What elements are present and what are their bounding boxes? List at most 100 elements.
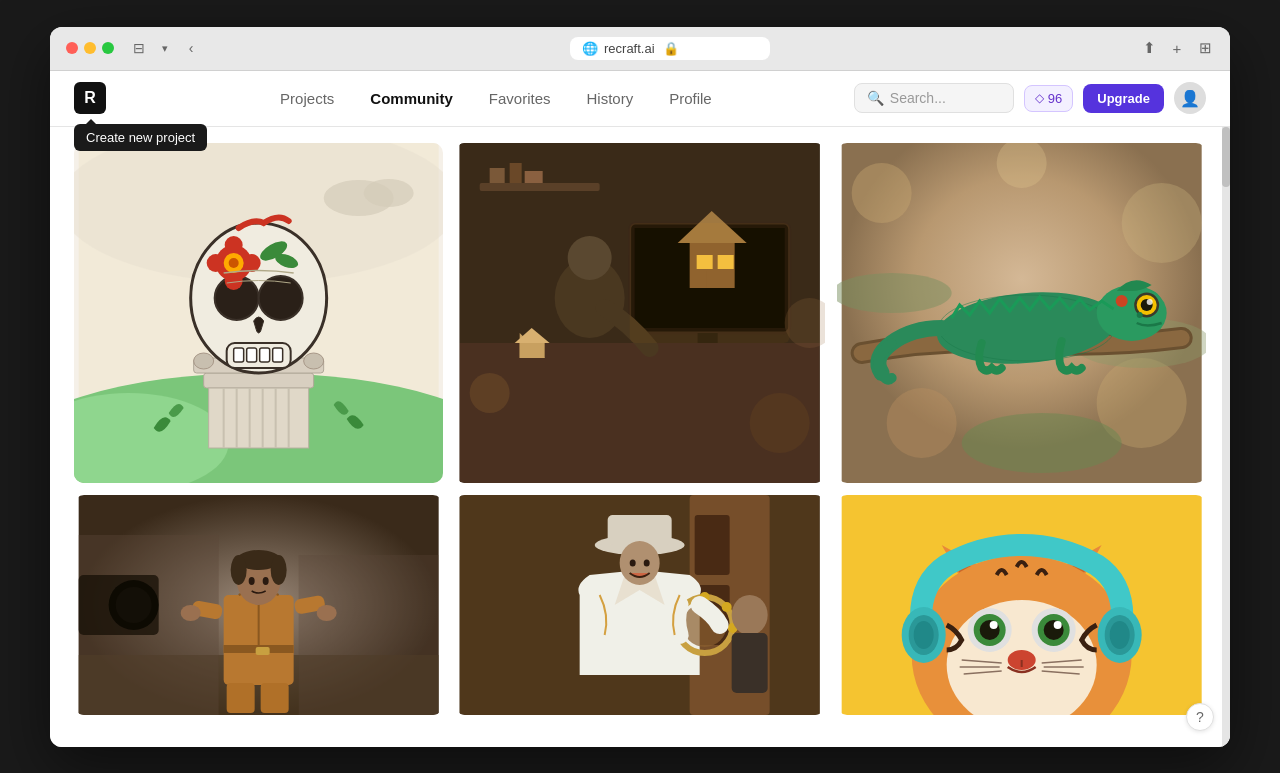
sidebar-toggle-icon[interactable]: ⊟ xyxy=(130,39,148,57)
scroll-bar[interactable] xyxy=(1222,127,1230,747)
gallery-item-5[interactable] xyxy=(455,495,824,715)
svg-point-146 xyxy=(913,621,933,649)
user-icon: 👤 xyxy=(1180,89,1200,108)
close-button[interactable] xyxy=(66,42,78,54)
svg-point-97 xyxy=(271,555,287,585)
title-bar-right: ⬆ + ⊞ xyxy=(1140,39,1214,57)
svg-rect-21 xyxy=(260,348,270,362)
scroll-thumb[interactable] xyxy=(1222,127,1230,187)
create-new-project-tooltip: Create new project xyxy=(74,124,207,151)
gallery-item-2[interactable] xyxy=(455,143,824,483)
svg-point-92 xyxy=(181,605,201,621)
nav-right: 🔍 Search... ◇ 96 Upgrade 👤 xyxy=(854,82,1206,114)
svg-point-98 xyxy=(249,577,255,585)
svg-point-108 xyxy=(620,541,660,585)
globe-icon: 🌐 xyxy=(582,41,598,56)
share-icon[interactable]: ⬆ xyxy=(1140,39,1158,57)
search-placeholder: Search... xyxy=(890,90,946,106)
logo-area: R Create new project xyxy=(74,82,106,114)
gallery-item-6[interactable] xyxy=(837,495,1206,715)
svg-point-29 xyxy=(243,254,261,272)
svg-rect-6 xyxy=(204,373,314,388)
svg-point-74 xyxy=(1146,299,1152,305)
svg-point-65 xyxy=(837,273,952,313)
svg-rect-119 xyxy=(732,633,768,693)
svg-point-118 xyxy=(732,595,768,635)
gallery-item-1[interactable] xyxy=(74,143,443,483)
main-content: ? xyxy=(50,127,1230,747)
nav-projects[interactable]: Projects xyxy=(264,82,350,115)
windows-icon[interactable]: ⊞ xyxy=(1196,39,1214,57)
svg-point-28 xyxy=(207,254,225,272)
url-text: recraft.ai xyxy=(604,41,655,56)
svg-rect-22 xyxy=(273,348,283,362)
nav-bar: R Create new project Projects Community … xyxy=(50,71,1230,127)
title-bar-controls: ⊟ ▾ ‹ xyxy=(130,39,200,57)
svg-rect-89 xyxy=(261,683,289,713)
gallery-item-3[interactable] xyxy=(837,143,1206,483)
svg-point-84 xyxy=(116,587,152,623)
svg-rect-38 xyxy=(510,163,522,183)
avatar-button[interactable]: 👤 xyxy=(1174,82,1206,114)
title-bar: ⊟ ▾ ‹ 🌐 recraft.ai 🔒 ⬆ + ⊞ xyxy=(50,27,1230,71)
svg-point-110 xyxy=(644,559,650,566)
svg-rect-87 xyxy=(256,647,270,655)
svg-point-134 xyxy=(1053,621,1061,629)
nav-community[interactable]: Community xyxy=(354,82,469,115)
svg-rect-20 xyxy=(247,348,257,362)
svg-point-76 xyxy=(1136,312,1142,318)
title-bar-center: 🌐 recraft.ai 🔒 xyxy=(212,37,1128,60)
svg-point-31 xyxy=(229,258,239,268)
svg-point-15 xyxy=(194,353,214,369)
gallery-item-4[interactable] xyxy=(74,495,443,715)
chevron-down-icon[interactable]: ▾ xyxy=(156,39,174,57)
nav-profile[interactable]: Profile xyxy=(653,82,728,115)
credits-count: 96 xyxy=(1048,91,1062,106)
svg-point-26 xyxy=(225,236,243,254)
maximize-button[interactable] xyxy=(102,42,114,54)
svg-point-96 xyxy=(231,555,247,585)
nav-history[interactable]: History xyxy=(570,82,649,115)
svg-point-133 xyxy=(989,621,997,629)
svg-point-99 xyxy=(263,577,269,585)
svg-rect-88 xyxy=(227,683,255,713)
gallery-grid xyxy=(74,143,1206,715)
new-tab-icon[interactable]: + xyxy=(1168,39,1186,57)
nav-favorites[interactable]: Favorites xyxy=(473,82,567,115)
search-bar[interactable]: 🔍 Search... xyxy=(854,83,1014,113)
app-logo[interactable]: R xyxy=(74,82,106,114)
diamond-icon: ◇ xyxy=(1035,91,1044,105)
svg-point-62 xyxy=(886,388,956,458)
traffic-lights xyxy=(66,42,114,54)
svg-rect-55 xyxy=(630,223,790,343)
svg-point-56 xyxy=(470,373,510,413)
url-bar[interactable]: 🌐 recraft.ai 🔒 xyxy=(570,37,770,60)
svg-rect-51 xyxy=(520,343,545,358)
lock-icon: 🔒 xyxy=(663,41,679,56)
svg-point-109 xyxy=(630,559,636,566)
minimize-button[interactable] xyxy=(84,42,96,54)
svg-rect-39 xyxy=(525,171,543,183)
svg-rect-37 xyxy=(490,168,505,183)
help-button[interactable]: ? xyxy=(1186,703,1214,731)
svg-rect-19 xyxy=(234,348,244,362)
svg-point-54 xyxy=(568,236,612,280)
svg-point-93 xyxy=(317,605,337,621)
svg-point-60 xyxy=(851,163,911,223)
svg-point-3 xyxy=(364,179,414,207)
svg-point-67 xyxy=(961,413,1121,473)
svg-point-61 xyxy=(1121,183,1201,263)
svg-point-57 xyxy=(750,393,810,453)
browser-window: ⊟ ▾ ‹ 🌐 recraft.ai 🔒 ⬆ + ⊞ R Create new … xyxy=(50,27,1230,747)
svg-rect-107 xyxy=(608,515,672,545)
svg-point-147 xyxy=(1109,621,1129,649)
svg-rect-36 xyxy=(480,183,600,191)
svg-point-77 xyxy=(1115,295,1127,307)
search-icon: 🔍 xyxy=(867,90,884,106)
svg-point-16 xyxy=(304,353,324,369)
upgrade-button[interactable]: Upgrade xyxy=(1083,84,1164,113)
back-icon[interactable]: ‹ xyxy=(182,39,200,57)
svg-point-24 xyxy=(259,276,303,320)
nav-links: Projects Community Favorites History Pro… xyxy=(138,82,854,115)
credits-badge: ◇ 96 xyxy=(1024,85,1073,112)
